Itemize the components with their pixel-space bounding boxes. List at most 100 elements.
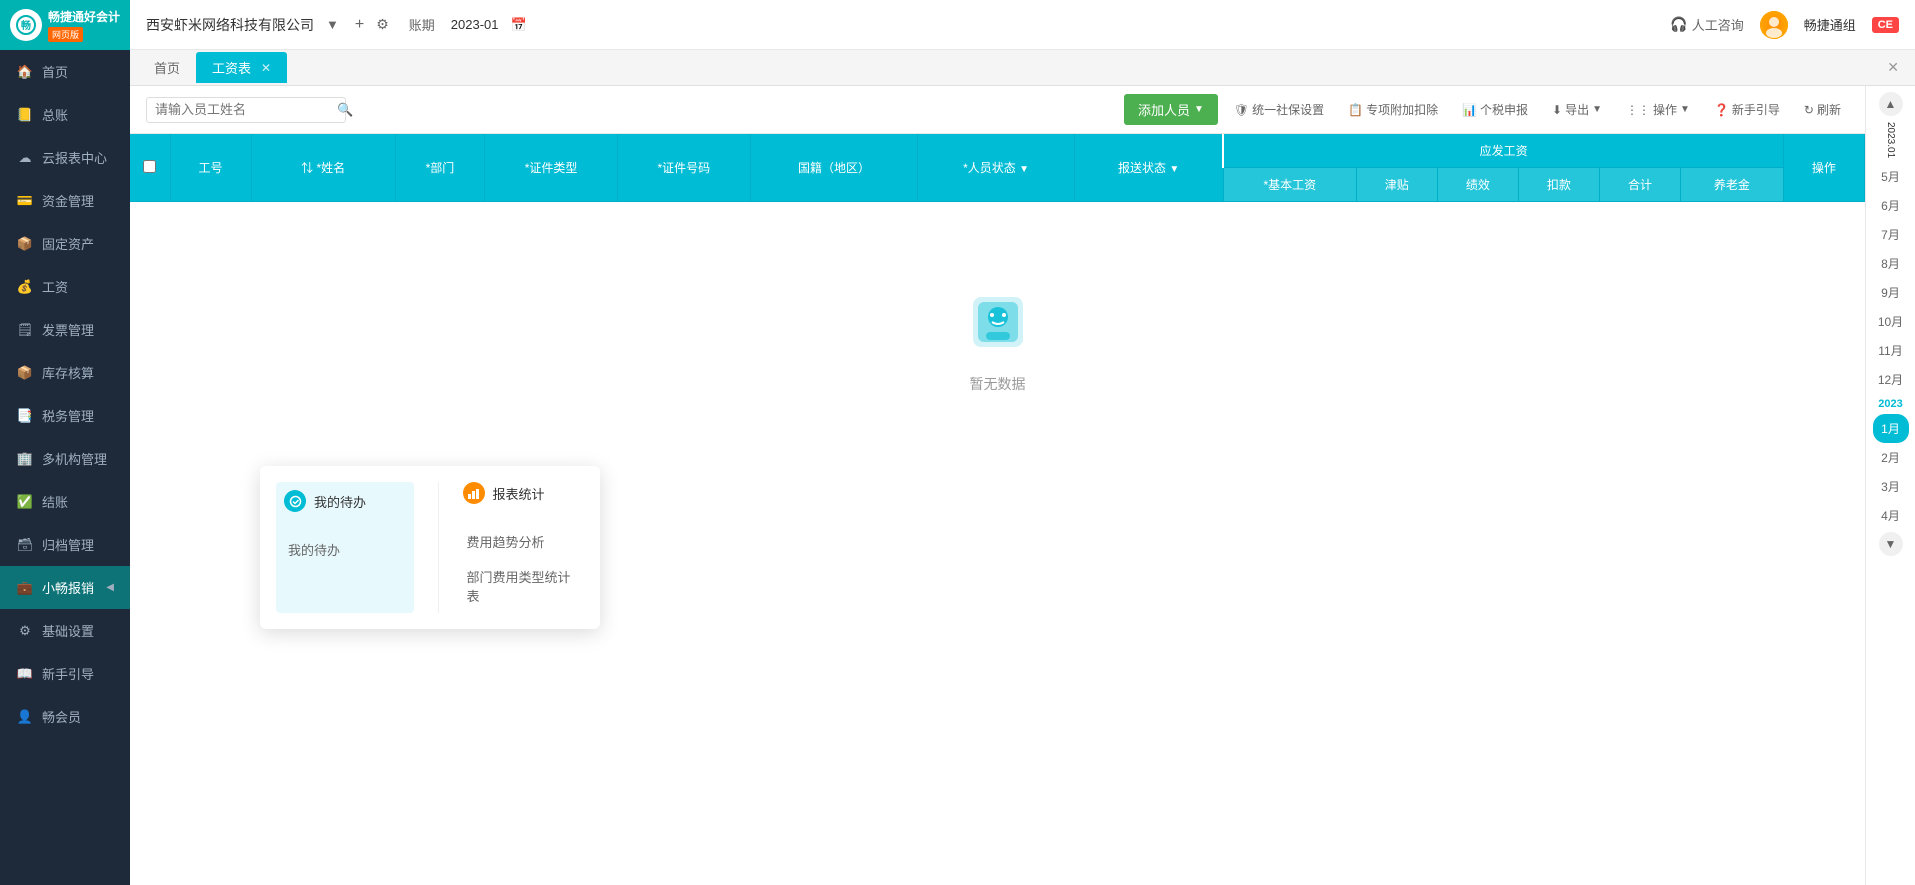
add-person-btn[interactable]: 添加人员 ▼ bbox=[1124, 94, 1218, 125]
sidebar-item-inventory[interactable]: 📦 库存核算 bbox=[0, 351, 130, 394]
month-10[interactable]: 10月 bbox=[1866, 307, 1915, 336]
sidebar-item-xiaochang[interactable]: 💼 小畅报销 ◀ bbox=[0, 566, 130, 609]
sidebar-item-settle[interactable]: ✅ 结账 bbox=[0, 480, 130, 523]
sidebar-item-home[interactable]: 🏠 首页 bbox=[0, 50, 130, 93]
report-filter-icon[interactable]: ▼ bbox=[1169, 164, 1179, 175]
month-6[interactable]: 6月 bbox=[1866, 191, 1915, 220]
th-base-salary: *基本工资 bbox=[1223, 168, 1356, 202]
month-nav-up[interactable]: ▲ bbox=[1879, 92, 1903, 116]
sidebar-item-label: 畅会员 bbox=[42, 707, 81, 726]
dropdown-arrow-icon[interactable]: ▼ bbox=[326, 17, 339, 32]
tab-salary-table[interactable]: 工资表 ✕ bbox=[196, 52, 287, 83]
month-8[interactable]: 8月 bbox=[1866, 249, 1915, 278]
popup-expense-trend[interactable]: 费用趋势分析 bbox=[463, 524, 585, 559]
sidebar-item-archive[interactable]: 🗃 归档管理 bbox=[0, 523, 130, 566]
operations-btn[interactable]: ⋮⋮ 操作 ▼ bbox=[1618, 97, 1698, 122]
popup-dept-expense[interactable]: 部门费用类型统计表 bbox=[463, 559, 585, 613]
th-checkbox[interactable] bbox=[130, 134, 170, 202]
th-deduct: 扣款 bbox=[1518, 168, 1599, 202]
close-window-icon[interactable]: ✕ bbox=[1887, 59, 1899, 76]
month-3[interactable]: 3月 bbox=[1866, 472, 1915, 501]
social-insurance-btn[interactable]: 🛡 统一社保设置 bbox=[1226, 97, 1332, 122]
th-bonus: 绩效 bbox=[1437, 168, 1518, 202]
cloud-icon: ☁ bbox=[16, 149, 34, 167]
refresh-icon: ↻ bbox=[1804, 103, 1814, 117]
month-2[interactable]: 2月 bbox=[1866, 443, 1915, 472]
popup-menu: 我的待办 我的待办 报表统计 bbox=[260, 466, 600, 629]
select-all-checkbox[interactable] bbox=[143, 160, 156, 173]
status-filter-icon[interactable]: ▼ bbox=[1019, 164, 1029, 175]
month-12[interactable]: 12月 bbox=[1866, 365, 1915, 394]
current-year-label: 2023 bbox=[1878, 398, 1902, 410]
month-9[interactable]: 9月 bbox=[1866, 278, 1915, 307]
th-report-status: 报送状态 ▼ bbox=[1074, 134, 1223, 202]
sidebar-item-basic[interactable]: ⚙ 基础设置 bbox=[0, 609, 130, 652]
sidebar-item-tax[interactable]: 📑 税务管理 bbox=[0, 394, 130, 437]
sidebar-item-salary[interactable]: 💰 工资 bbox=[0, 265, 130, 308]
sidebar-collapse-icon: ◀ bbox=[106, 582, 114, 593]
popup-col1-title: 我的待办 bbox=[314, 492, 366, 511]
todo-icon bbox=[289, 495, 302, 508]
month-sidebar: ▲ 2023.01 5月 6月 7月 8月 9月 10月 11月 12月 202… bbox=[1865, 86, 1915, 885]
company-name: 西安虾米网络科技有限公司 bbox=[146, 15, 314, 35]
member-icon: 👤 bbox=[16, 708, 34, 726]
month-nav-down[interactable]: ▼ bbox=[1879, 532, 1903, 556]
month-1-active[interactable]: 1月 bbox=[1873, 414, 1909, 443]
empty-state: 暂无数据 bbox=[130, 202, 1865, 474]
period-label: 账期 bbox=[409, 15, 435, 34]
month-7[interactable]: 7月 bbox=[1866, 220, 1915, 249]
sidebar-item-invoice[interactable]: 🗒 发票管理 bbox=[0, 308, 130, 351]
sidebar-item-ledger[interactable]: 📒 总账 bbox=[0, 93, 130, 136]
tax-report-btn[interactable]: 📊 个税申报 bbox=[1454, 97, 1536, 122]
export-btn[interactable]: ⬇ 导出 ▼ bbox=[1544, 97, 1610, 122]
search-box[interactable]: 🔍 bbox=[146, 97, 346, 123]
month-5[interactable]: 5月 bbox=[1866, 162, 1915, 191]
export-dropdown-arrow: ▼ bbox=[1592, 104, 1602, 115]
app-header: 西安虾米网络科技有限公司 ▼ + ⚙ 账期 2023-01 📅 🎧 人工咨询 畅… bbox=[130, 0, 1915, 50]
add-company-btn[interactable]: + bbox=[355, 16, 364, 34]
sidebar-item-member[interactable]: 👤 畅会员 bbox=[0, 695, 130, 738]
settings-icon[interactable]: ⚙ bbox=[376, 16, 389, 33]
th-cert-type: *证件类型 bbox=[485, 134, 618, 202]
popup-section: 我的待办 我的待办 报表统计 bbox=[276, 482, 584, 613]
ce-badge: CE bbox=[1872, 17, 1899, 33]
th-total: 合计 bbox=[1599, 168, 1680, 202]
export-icon: ⬇ bbox=[1552, 103, 1562, 117]
sidebar-item-label: 工资 bbox=[42, 277, 68, 296]
tab-close-icon[interactable]: ✕ bbox=[261, 61, 271, 75]
sidebar-item-label: 发票管理 bbox=[42, 320, 94, 339]
month-11[interactable]: 11月 bbox=[1866, 336, 1915, 365]
sidebar: 畅 畅捷通好会计 网页版 🏠 首页 📒 总账 ☁ 云报表中心 💳 资金管理 📦 … bbox=[0, 0, 130, 885]
sidebar-item-label: 归档管理 bbox=[42, 535, 94, 554]
settings-icon: ⚙ bbox=[16, 622, 34, 640]
search-icon[interactable]: 🔍 bbox=[337, 102, 353, 118]
popup-todo-item[interactable]: 我的待办 bbox=[284, 532, 406, 567]
search-input[interactable] bbox=[155, 102, 331, 117]
sidebar-item-fixed-assets[interactable]: 📦 固定资产 bbox=[0, 222, 130, 265]
sidebar-item-fund[interactable]: 💳 资金管理 bbox=[0, 179, 130, 222]
sidebar-item-multi-org[interactable]: 🏢 多机构管理 bbox=[0, 437, 130, 480]
guide-icon: ❓ bbox=[1714, 103, 1729, 117]
popup-col2-title: 报表统计 bbox=[493, 484, 545, 503]
user-name: 畅捷通组 bbox=[1804, 15, 1856, 34]
empty-text: 暂无数据 bbox=[970, 374, 1026, 394]
sidebar-item-label: 云报表中心 bbox=[42, 148, 107, 167]
report-header-icon bbox=[463, 482, 485, 504]
sidebar-item-guide[interactable]: 📖 新手引导 bbox=[0, 652, 130, 695]
sidebar-nav: 🏠 首页 📒 总账 ☁ 云报表中心 💳 资金管理 📦 固定资产 💰 工资 🗒 发… bbox=[0, 50, 130, 885]
calendar-icon[interactable]: 📅 bbox=[511, 17, 527, 33]
period-display: 2023.01 bbox=[1885, 122, 1896, 158]
toolbar: 🔍 添加人员 ▼ 🛡 统一社保设置 📋 专项附加扣除 bbox=[130, 86, 1865, 134]
support-btn[interactable]: 🎧 人工咨询 bbox=[1670, 15, 1743, 34]
month-4[interactable]: 4月 bbox=[1866, 501, 1915, 530]
tab-home[interactable]: 首页 bbox=[138, 52, 196, 83]
sidebar-item-label: 新手引导 bbox=[42, 664, 94, 683]
sidebar-item-cloud-report[interactable]: ☁ 云报表中心 bbox=[0, 136, 130, 179]
sidebar-item-label: 小畅报销 bbox=[42, 578, 94, 597]
app-badge: 网页版 bbox=[48, 27, 83, 42]
deduct-icon: 📋 bbox=[1348, 103, 1363, 117]
refresh-btn[interactable]: ↻ 刷新 bbox=[1796, 97, 1849, 122]
app-name: 畅捷通好会计 bbox=[48, 8, 120, 25]
new-guide-btn[interactable]: ❓ 新手引导 bbox=[1706, 97, 1788, 122]
special-deduction-btn[interactable]: 📋 专项附加扣除 bbox=[1340, 97, 1446, 122]
